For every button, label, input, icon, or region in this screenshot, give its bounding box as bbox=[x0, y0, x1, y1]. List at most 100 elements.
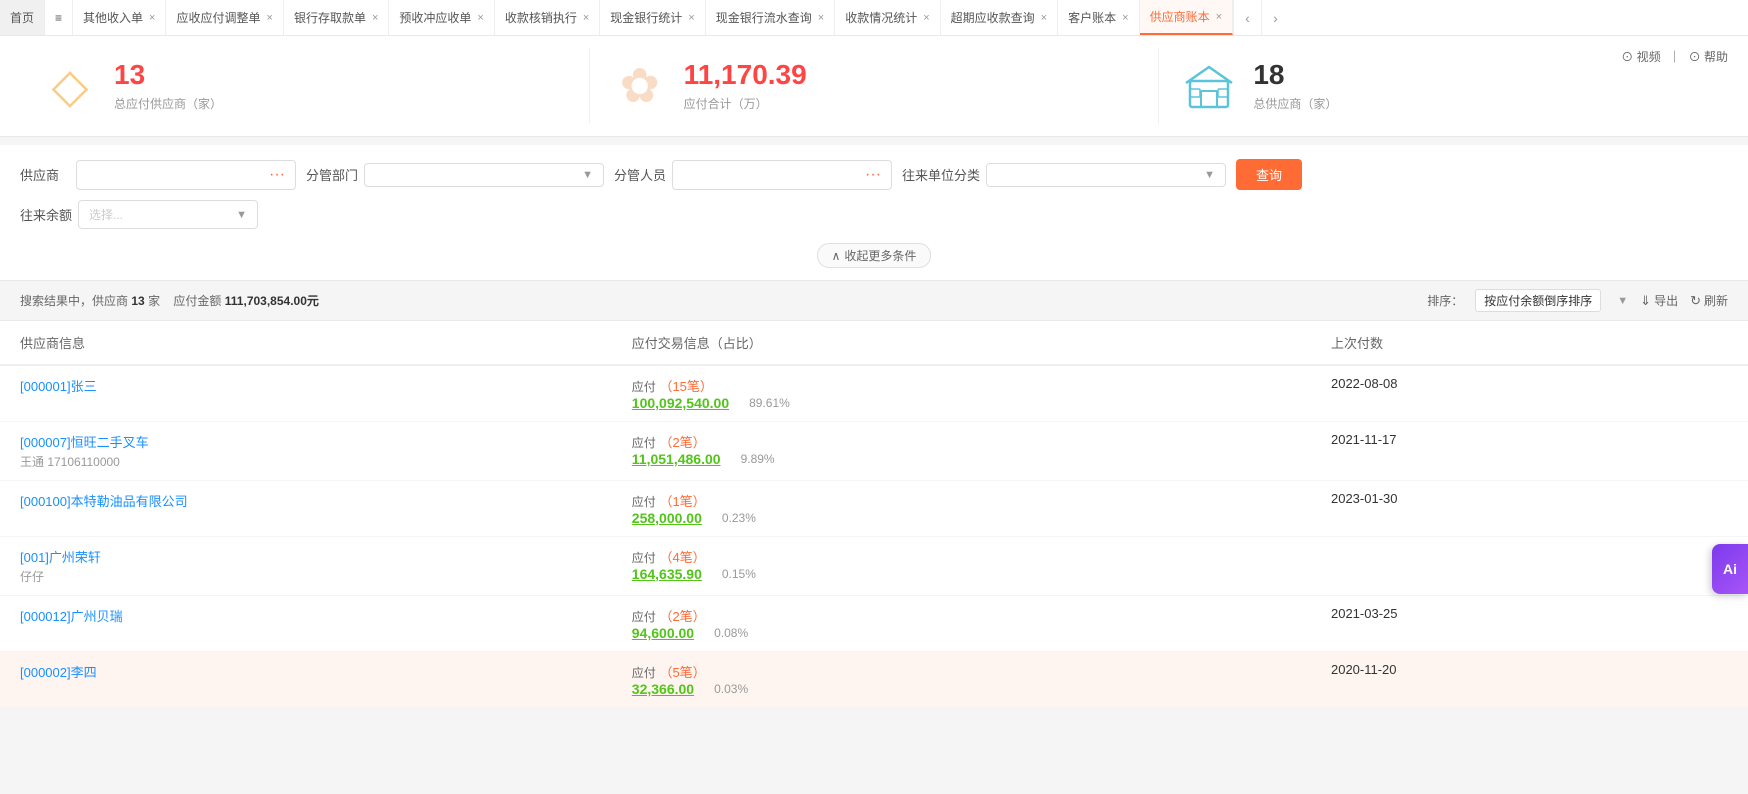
close-tab-prepay[interactable]: × bbox=[477, 12, 483, 24]
tx-count: （1笔） bbox=[659, 494, 705, 509]
supplier-result-count: 13 bbox=[131, 294, 144, 308]
nav-tab-cash-query[interactable]: 现金银行流水查询× bbox=[706, 0, 835, 35]
collapse-icon: ∧ bbox=[832, 249, 841, 263]
supplier-label: 供应商 bbox=[20, 165, 70, 184]
close-tab-receipt-stat[interactable]: × bbox=[923, 12, 929, 24]
nav-arrow-right[interactable]: › bbox=[1261, 0, 1289, 36]
video-link[interactable]: ⊙ 视频 bbox=[1621, 48, 1660, 65]
close-tab-customer-book[interactable]: × bbox=[1122, 12, 1128, 24]
card-info-1: 13 总应付供应商（家） bbox=[114, 60, 222, 112]
last-pay-cell: 2022-08-08 bbox=[1311, 365, 1748, 422]
person-dots[interactable]: ··· bbox=[865, 166, 881, 184]
result-prefix: 搜索结果中，供应商 bbox=[20, 294, 128, 308]
tx-label: 应付 bbox=[632, 380, 656, 394]
refresh-button[interactable]: ↻ 刷新 bbox=[1690, 292, 1728, 309]
header-last-pay: 上次付数 bbox=[1311, 321, 1748, 365]
transaction-cell: 应付 （2笔）94,600.000.08% bbox=[612, 596, 1311, 652]
nav-tab-overdue[interactable]: 超期应收款查询× bbox=[941, 0, 1058, 35]
balance-select[interactable]: 选择... ▼ bbox=[78, 200, 258, 229]
filter-row-2: 往来余额 选择... ▼ bbox=[20, 200, 1728, 229]
close-tab-supplier-book[interactable]: × bbox=[1216, 11, 1222, 23]
supplier-input[interactable]: ··· bbox=[76, 160, 296, 190]
close-tab-other-income[interactable]: × bbox=[149, 12, 155, 24]
last-pay-date: 2023-01-30 bbox=[1331, 491, 1398, 506]
supplier-sub-info: 仔仔 bbox=[20, 568, 592, 585]
result-amount-label: 应付金额 bbox=[173, 294, 221, 308]
tx-count: （2笔） bbox=[659, 435, 705, 450]
table-row: [000002]李四应付 （5笔）32,366.000.03%2020-11-2… bbox=[0, 652, 1748, 708]
separator: ｜ bbox=[1669, 48, 1681, 65]
sort-label: 排序： bbox=[1427, 292, 1463, 309]
ai-button[interactable]: Ai bbox=[1712, 544, 1748, 594]
last-pay-cell: 2023-01-30 bbox=[1311, 481, 1748, 537]
payable-amount[interactable]: 258,000.00 bbox=[632, 510, 702, 526]
unit-select[interactable]: ▼ bbox=[986, 163, 1226, 187]
top-right-links: ⊙ 视频 ｜ ⊙ 帮助 bbox=[1621, 48, 1728, 65]
filter-row-1: 供应商 ··· 分管部门 ▼ 分管人员 ··· 往来单位分类 ▼ bbox=[20, 159, 1728, 190]
nav-tab-receipt[interactable]: 收款核销执行× bbox=[495, 0, 600, 35]
nav-arrow-left[interactable]: ‹ bbox=[1233, 0, 1261, 36]
pct-label: 0.08% bbox=[714, 626, 748, 640]
filter-collapse-area: ∧ 收起更多条件 bbox=[20, 239, 1728, 272]
tx-count: （15笔） bbox=[659, 379, 712, 394]
last-pay-cell bbox=[1311, 537, 1748, 596]
supplier-link[interactable]: [000012]广州贝瑞 bbox=[20, 609, 123, 624]
dept-select[interactable]: ▼ bbox=[364, 163, 604, 187]
close-tab-cash-stat[interactable]: × bbox=[688, 12, 694, 24]
nav-tab-receipt-stat[interactable]: 收款情况统计× bbox=[835, 0, 940, 35]
header-supplier: 供应商信息 bbox=[0, 321, 612, 365]
transaction-cell: 应付 （2笔）11,051,486.009.89% bbox=[612, 422, 1311, 481]
card-icon-3 bbox=[1179, 56, 1239, 116]
card-icon-2: ✿ bbox=[610, 56, 670, 116]
nav-tab-other-income[interactable]: 其他收入单× bbox=[73, 0, 166, 35]
close-tab-bank[interactable]: × bbox=[372, 12, 378, 24]
supplier-link[interactable]: [001]广州荣轩 bbox=[20, 550, 101, 565]
close-tab-adjust[interactable]: × bbox=[267, 12, 273, 24]
table-header: 供应商信息 应付交易信息（占比） 上次付数 bbox=[0, 321, 1748, 365]
nav-tab-customer-book[interactable]: 客户账本× bbox=[1058, 0, 1139, 35]
refresh-label: 刷新 bbox=[1704, 292, 1728, 309]
filter-person: 分管人员 ··· bbox=[614, 160, 892, 190]
supplier-link[interactable]: [000007]恒旺二手叉车 bbox=[20, 435, 149, 450]
payable-amount[interactable]: 164,635.90 bbox=[632, 566, 702, 582]
nav-tab-menu[interactable]: ≡ bbox=[45, 0, 73, 35]
export-button[interactable]: ⇓ 导出 bbox=[1640, 292, 1678, 309]
collapse-label: 收起更多条件 bbox=[844, 247, 916, 264]
last-pay-date: 2021-11-17 bbox=[1331, 432, 1397, 447]
export-icon: ⇓ bbox=[1640, 293, 1651, 309]
tx-count: （2笔） bbox=[659, 609, 705, 624]
table-row: [000012]广州贝瑞应付 （2笔）94,600.000.08%2021-03… bbox=[0, 596, 1748, 652]
nav-tab-adjust[interactable]: 应收应付调整单× bbox=[166, 0, 283, 35]
payable-amount[interactable]: 11,051,486.00 bbox=[632, 451, 721, 467]
sort-select[interactable]: 按应付余额倒序排序 bbox=[1475, 289, 1601, 312]
nav-tab-home[interactable]: 首页 bbox=[0, 0, 45, 35]
last-pay-date: 2021-03-25 bbox=[1331, 606, 1398, 621]
close-tab-receipt[interactable]: × bbox=[583, 12, 589, 24]
person-input[interactable]: ··· bbox=[672, 160, 892, 190]
nav-tab-cash-stat[interactable]: 现金银行统计× bbox=[600, 0, 705, 35]
collapse-button[interactable]: ∧ 收起更多条件 bbox=[817, 243, 932, 268]
payable-amount[interactable]: 32,366.00 bbox=[632, 681, 694, 697]
payable-amount[interactable]: 94,600.00 bbox=[632, 625, 694, 641]
nav-tab-bank[interactable]: 银行存取款单× bbox=[284, 0, 389, 35]
summary-card-payable-suppliers: ◇ 13 总应付供应商（家） bbox=[20, 48, 589, 124]
pct-label: 0.23% bbox=[722, 511, 756, 525]
nav-tab-supplier-book[interactable]: 供应商账本× bbox=[1140, 0, 1233, 35]
balance-placeholder: 选择... bbox=[89, 206, 123, 223]
result-info: 搜索结果中，供应商 13 家 应付金额 111,703,854.00元 bbox=[20, 292, 319, 309]
close-tab-overdue[interactable]: × bbox=[1041, 12, 1047, 24]
supplier-dots[interactable]: ··· bbox=[269, 166, 285, 184]
balance-label: 往来余额 bbox=[20, 205, 72, 224]
help-link[interactable]: ⊙ 帮助 bbox=[1689, 48, 1728, 65]
dept-label: 分管部门 bbox=[306, 165, 358, 184]
query-button[interactable]: 查询 bbox=[1236, 159, 1302, 190]
payable-amount[interactable]: 100,092,540.00 bbox=[632, 395, 729, 411]
pct-label: 0.15% bbox=[722, 567, 756, 581]
supplier-link[interactable]: [000001]张三 bbox=[20, 379, 97, 394]
nav-tab-prepay[interactable]: 预收冲应收单× bbox=[389, 0, 494, 35]
supplier-link[interactable]: [000002]李四 bbox=[20, 665, 97, 680]
close-tab-cash-query[interactable]: × bbox=[818, 12, 824, 24]
last-pay-cell: 2021-03-25 bbox=[1311, 596, 1748, 652]
supplier-link[interactable]: [000100]本特勒油品有限公司 bbox=[20, 494, 188, 509]
flower-icon: ✿ bbox=[620, 58, 660, 114]
